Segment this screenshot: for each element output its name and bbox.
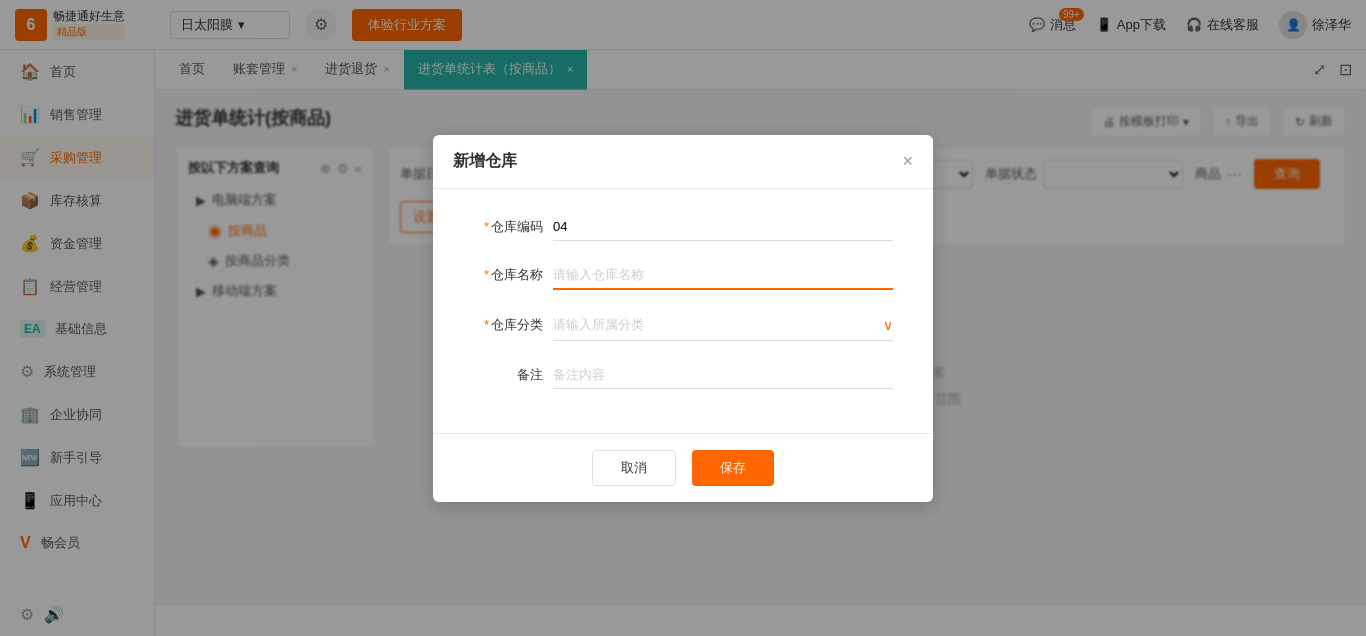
chevron-down-icon: ∨	[883, 317, 893, 333]
form-row-warehouse-category: *仓库分类 请输入所属分类 ∨	[473, 310, 893, 341]
modal-overlay: 新增仓库 × *仓库编码 *仓库名称 *仓库分类	[0, 0, 1366, 636]
modal-new-warehouse: 新增仓库 × *仓库编码 *仓库名称 *仓库分类	[433, 135, 933, 502]
form-row-remark: 备注	[473, 361, 893, 389]
field-label-remark: 备注	[473, 366, 553, 384]
modal-body: *仓库编码 *仓库名称 *仓库分类 请输入所属分类 ∨	[433, 189, 933, 433]
modal-title: 新增仓库	[453, 151, 517, 172]
remark-input[interactable]	[553, 361, 893, 389]
field-label-warehouse-category: *仓库分类	[473, 316, 553, 334]
select-placeholder: 请输入所属分类	[553, 316, 644, 334]
form-row-warehouse-name: *仓库名称	[473, 261, 893, 290]
save-button[interactable]: 保存	[692, 450, 774, 486]
modal-footer: 取消 保存	[433, 433, 933, 502]
form-row-warehouse-code: *仓库编码	[473, 213, 893, 241]
warehouse-name-input[interactable]	[553, 261, 893, 290]
field-label-warehouse-name: *仓库名称	[473, 266, 553, 284]
field-label-warehouse-code: *仓库编码	[473, 218, 553, 236]
cancel-button[interactable]: 取消	[592, 450, 676, 486]
modal-close-button[interactable]: ×	[902, 151, 913, 172]
warehouse-category-select[interactable]: 请输入所属分类 ∨	[553, 310, 893, 341]
warehouse-code-input[interactable]	[553, 213, 893, 241]
modal-header: 新增仓库 ×	[433, 135, 933, 189]
